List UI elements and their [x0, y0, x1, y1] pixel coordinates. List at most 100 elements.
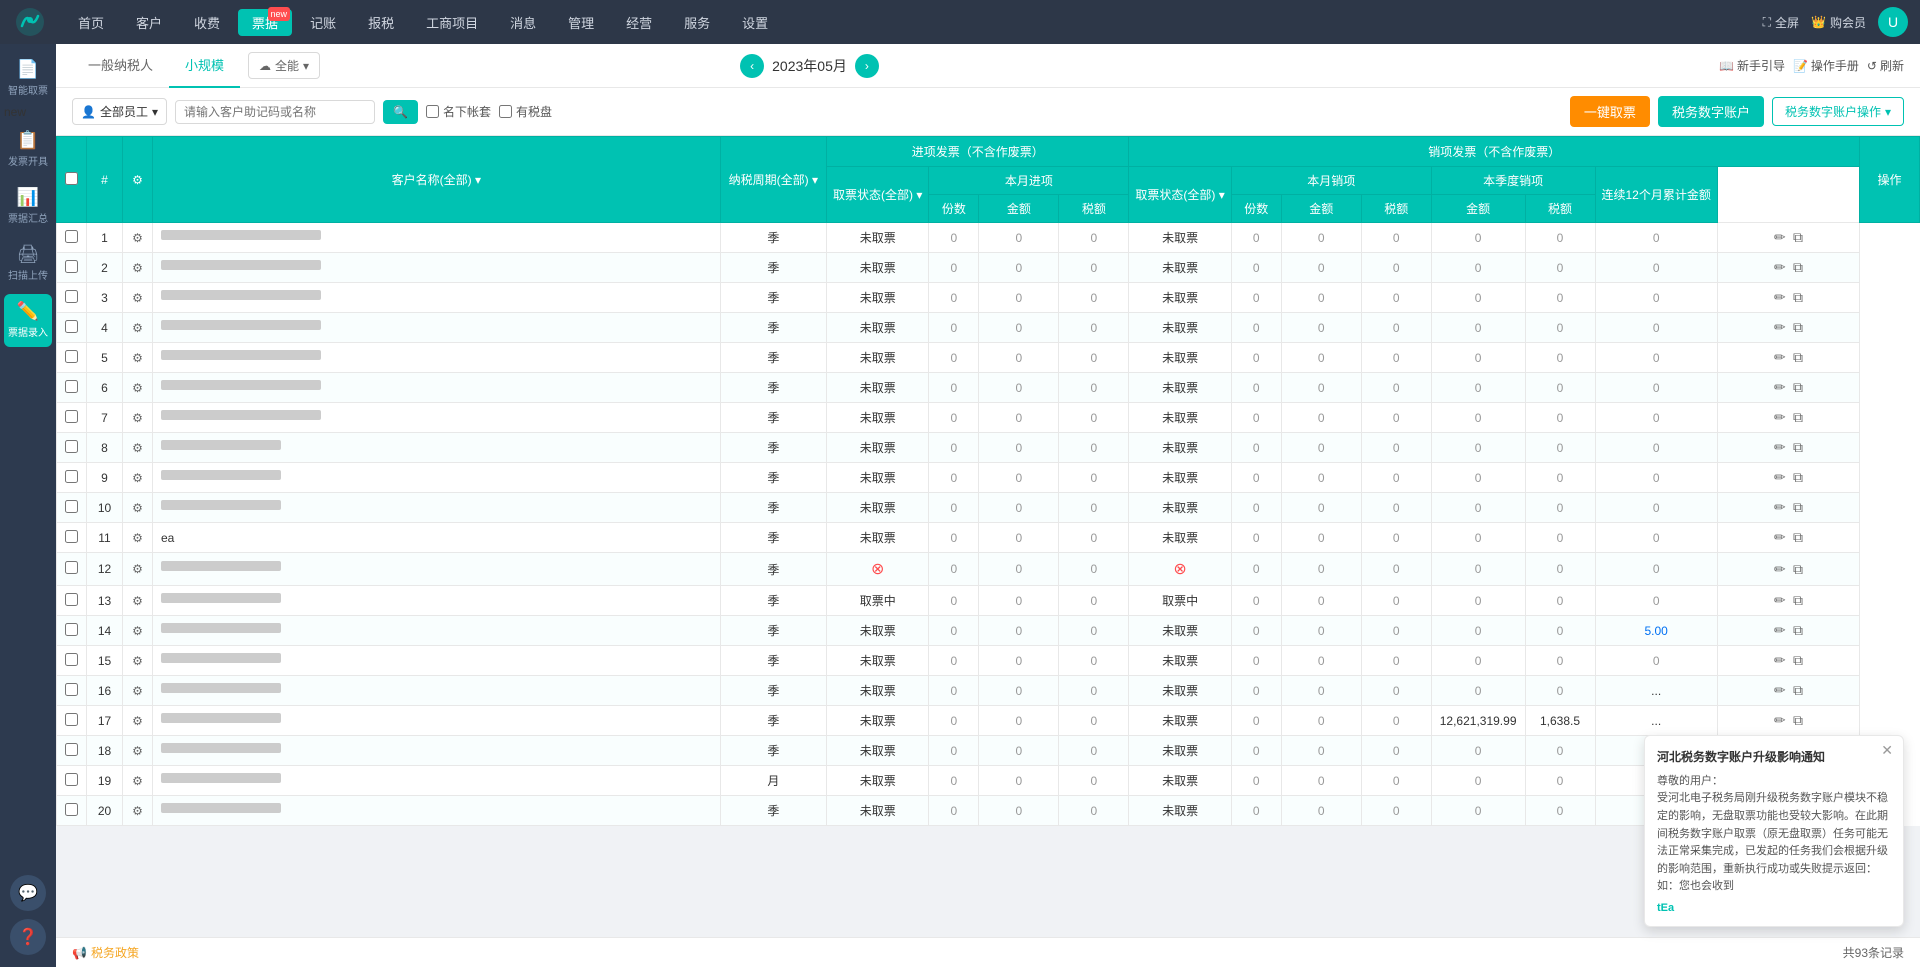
row-checkbox[interactable]	[65, 410, 78, 423]
row-settings-icon[interactable]: ⚙	[132, 411, 143, 425]
row-settings-cell[interactable]: ⚙	[123, 586, 153, 616]
nav-invoice[interactable]: 票据 new	[238, 9, 292, 36]
row-checkbox[interactable]	[65, 561, 78, 574]
row-settings-cell[interactable]: ⚙	[123, 343, 153, 373]
nav-manage[interactable]: 管理	[554, 9, 608, 36]
row-settings-icon[interactable]: ⚙	[132, 804, 143, 818]
row-checkbox-cell[interactable]	[57, 736, 87, 766]
row-checkbox-cell[interactable]	[57, 586, 87, 616]
row-settings-icon[interactable]: ⚙	[132, 531, 143, 545]
row-settings-cell[interactable]: ⚙	[123, 253, 153, 283]
edit-icon[interactable]: ✏	[1772, 319, 1788, 335]
member-btn[interactable]: 👑 购会员	[1811, 14, 1866, 31]
row-checkbox-cell[interactable]	[57, 676, 87, 706]
row-settings-icon[interactable]: ⚙	[132, 501, 143, 515]
refresh-btn[interactable]: ↺ 刷新	[1867, 57, 1904, 74]
copy-icon[interactable]: ⧉	[1791, 439, 1805, 455]
row-settings-cell[interactable]: ⚙	[123, 493, 153, 523]
row-checkbox-cell[interactable]	[57, 616, 87, 646]
nav-tax[interactable]: 报税	[354, 9, 408, 36]
row-settings-cell[interactable]: ⚙	[123, 706, 153, 736]
row-settings-icon[interactable]: ⚙	[132, 744, 143, 758]
row-checkbox[interactable]	[65, 260, 78, 273]
row-settings-icon[interactable]: ⚙	[132, 774, 143, 788]
row-settings-cell[interactable]: ⚙	[123, 796, 153, 826]
col-name-header[interactable]: 客户名称(全部) ▾	[153, 137, 721, 223]
row-checkbox-cell[interactable]	[57, 223, 87, 253]
copy-icon[interactable]: ⧉	[1791, 712, 1805, 728]
copy-icon[interactable]: ⧉	[1791, 259, 1805, 275]
table-scroll[interactable]: # ⚙ 客户名称(全部) ▾ 纳税周期(全部) ▾ 进项发票（不含作废票） 销项…	[56, 136, 1920, 937]
copy-icon[interactable]: ⧉	[1791, 622, 1805, 638]
col-period-header[interactable]: 纳税周期(全部) ▾	[720, 137, 826, 223]
row-checkbox-cell[interactable]	[57, 403, 87, 433]
edit-icon[interactable]: ✏	[1772, 259, 1788, 275]
row-checkbox[interactable]	[65, 290, 78, 303]
row-checkbox-cell[interactable]	[57, 706, 87, 736]
row-settings-cell[interactable]: ⚙	[123, 403, 153, 433]
row-settings-icon[interactable]: ⚙	[132, 261, 143, 275]
sidebar-help-btn[interactable]: ❓	[10, 919, 46, 955]
copy-icon[interactable]: ⧉	[1791, 561, 1805, 577]
logo[interactable]	[12, 4, 48, 40]
checkbox-own-accounts[interactable]: 名下帐套	[426, 103, 491, 120]
edit-icon[interactable]: ✏	[1772, 561, 1788, 577]
row-checkbox-cell[interactable]	[57, 646, 87, 676]
sidebar-chat-btn[interactable]: 💬	[10, 875, 46, 911]
row-checkbox[interactable]	[65, 623, 78, 636]
staff-select[interactable]: 👤 全部员工 ▾	[72, 98, 167, 125]
edit-icon[interactable]: ✏	[1772, 439, 1788, 455]
row-checkbox-cell[interactable]	[57, 493, 87, 523]
copy-icon[interactable]: ⧉	[1791, 499, 1805, 515]
sidebar-item-invoice-summary[interactable]: 📊 票据汇总	[4, 180, 52, 233]
edit-icon[interactable]: ✏	[1772, 712, 1788, 728]
nav-accounting[interactable]: 记账	[296, 9, 350, 36]
row-settings-cell[interactable]: ⚙	[123, 616, 153, 646]
row-settings-cell[interactable]: ⚙	[123, 313, 153, 343]
copy-icon[interactable]: ⧉	[1791, 592, 1805, 608]
row-checkbox-cell[interactable]	[57, 766, 87, 796]
edit-icon[interactable]: ✏	[1772, 592, 1788, 608]
notification-close-btn[interactable]: ✕	[1881, 742, 1893, 759]
col-checkbox-header[interactable]	[57, 137, 87, 223]
tax-digital-account-btn[interactable]: 税务数字账户	[1658, 96, 1764, 127]
row-checkbox-cell[interactable]	[57, 373, 87, 403]
row-settings-cell[interactable]: ⚙	[123, 646, 153, 676]
nav-message[interactable]: 消息	[496, 9, 550, 36]
select-all-checkbox[interactable]	[65, 172, 78, 185]
copy-icon[interactable]: ⧉	[1791, 682, 1805, 698]
row-settings-cell[interactable]: ⚙	[123, 523, 153, 553]
copy-icon[interactable]: ⧉	[1791, 529, 1805, 545]
tax-digital-ops-btn[interactable]: 税务数字账户操作 ▾	[1772, 97, 1904, 126]
row-checkbox[interactable]	[65, 230, 78, 243]
fullscreen-btn[interactable]: ⛶ 全屏	[1763, 14, 1799, 31]
row-settings-icon[interactable]: ⚙	[132, 471, 143, 485]
sidebar-item-scan-upload[interactable]: 🖨 扫描上传	[4, 237, 52, 290]
search-button[interactable]: 🔍	[383, 100, 418, 124]
row-settings-icon[interactable]: ⚙	[132, 291, 143, 305]
row-checkbox-cell[interactable]	[57, 343, 87, 373]
tax-policy-link[interactable]: 税务政策	[91, 944, 139, 961]
row-checkbox[interactable]	[65, 320, 78, 333]
col-settings-header[interactable]: ⚙	[123, 137, 153, 223]
edit-icon[interactable]: ✏	[1772, 349, 1788, 365]
edit-icon[interactable]: ✏	[1772, 289, 1788, 305]
col-out-status-header[interactable]: 取票状态(全部) ▾	[1129, 167, 1231, 223]
tab-all-ability[interactable]: ☁ 全能 ▾	[248, 52, 320, 79]
period-prev-btn[interactable]: ‹	[740, 54, 764, 78]
row-checkbox-cell[interactable]	[57, 553, 87, 586]
row-settings-cell[interactable]: ⚙	[123, 553, 153, 586]
row-settings-cell[interactable]: ⚙	[123, 736, 153, 766]
row-checkbox[interactable]	[65, 743, 78, 756]
own-accounts-checkbox[interactable]	[426, 105, 439, 118]
row-settings-cell[interactable]: ⚙	[123, 283, 153, 313]
row-settings-icon[interactable]: ⚙	[132, 441, 143, 455]
row-checkbox[interactable]	[65, 683, 78, 696]
edit-icon[interactable]: ✏	[1772, 499, 1788, 515]
copy-icon[interactable]: ⧉	[1791, 289, 1805, 305]
row-settings-cell[interactable]: ⚙	[123, 373, 153, 403]
row-checkbox-cell[interactable]	[57, 463, 87, 493]
row-settings-icon[interactable]: ⚙	[132, 714, 143, 728]
copy-icon[interactable]: ⧉	[1791, 409, 1805, 425]
row-settings-icon[interactable]: ⚙	[132, 624, 143, 638]
